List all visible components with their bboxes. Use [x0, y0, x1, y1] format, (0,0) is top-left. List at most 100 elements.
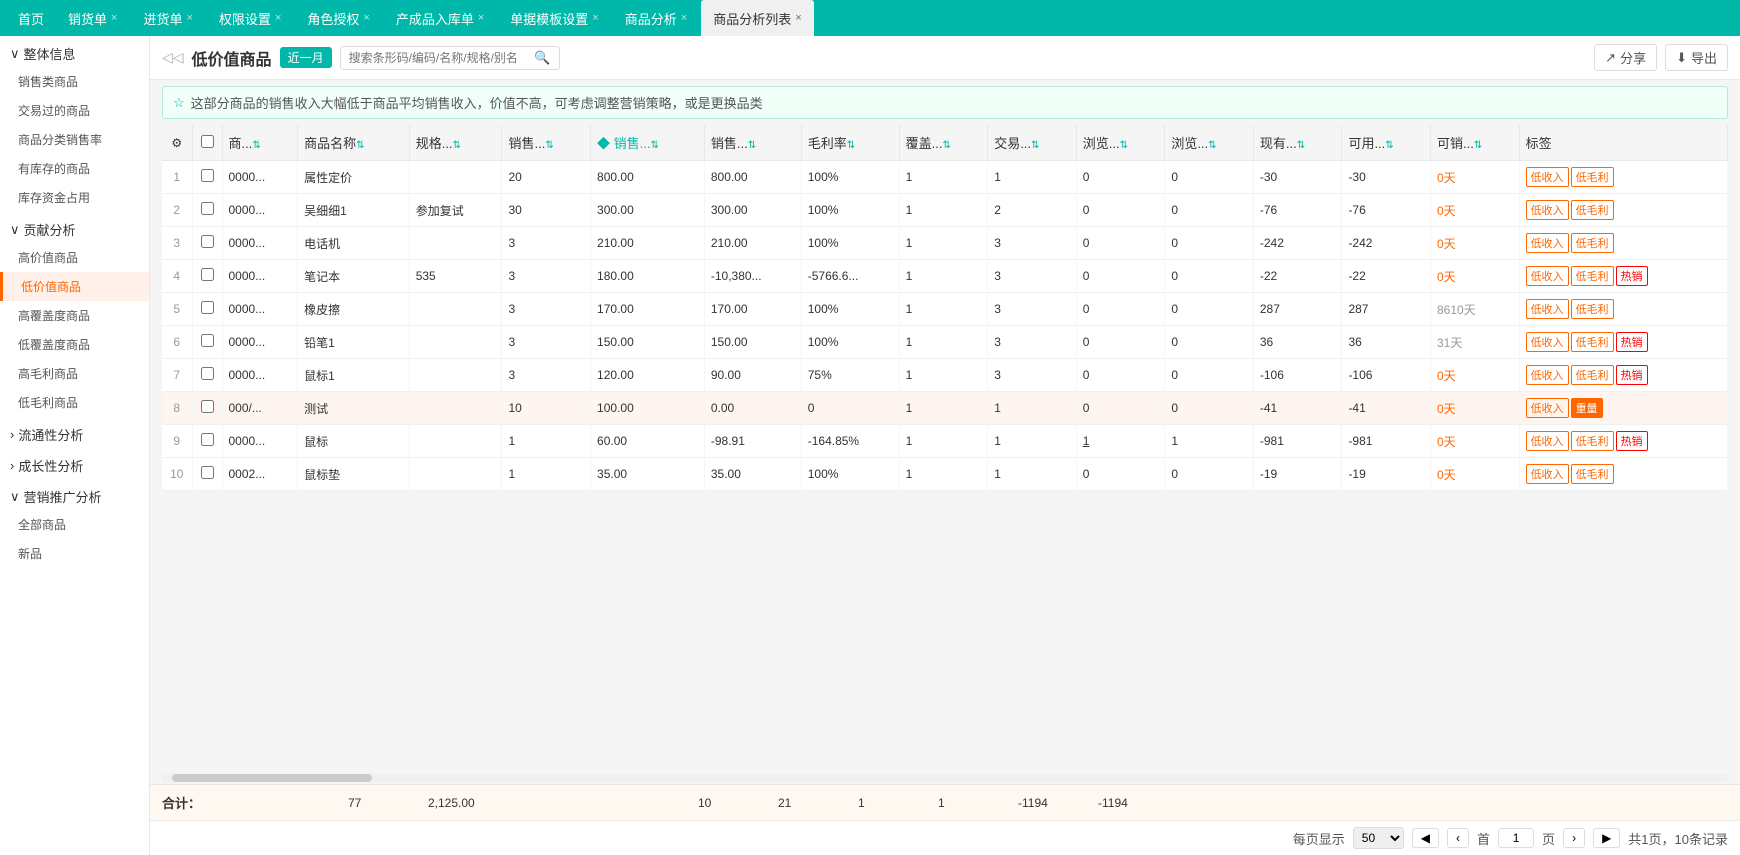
close-analysis-list-icon[interactable]: ×: [795, 12, 801, 24]
row-checkbox[interactable]: [201, 301, 214, 314]
horizontal-scrollbar[interactable]: [162, 774, 1728, 782]
table-row: 4 0000... 笔记本 535 3 180.00 -10,380... -5…: [162, 260, 1728, 293]
row-checkbox-cell[interactable]: [192, 458, 222, 491]
sidebar-group-contribution[interactable]: ∨ 贡献分析: [0, 212, 149, 243]
sidebar-item-low-margin[interactable]: 低毛利商品: [0, 388, 149, 417]
col-stock1-header[interactable]: 现有...⇅: [1253, 125, 1342, 161]
close-purchase-icon[interactable]: ×: [186, 12, 192, 24]
sidebar-item-new-goods[interactable]: 新品: [0, 539, 149, 568]
sidebar-item-sales-goods[interactable]: 销售类商品: [0, 67, 149, 96]
row-col6: 170.00: [591, 293, 705, 326]
col-sales2-header[interactable]: ◆ 销售...⇅: [591, 125, 705, 161]
sidebar-group-overall[interactable]: ∨ 整体信息: [0, 36, 149, 67]
nav-tab-roles[interactable]: 角色授权 ×: [295, 0, 381, 36]
row-checkbox-cell[interactable]: [192, 227, 222, 260]
last-page-btn[interactable]: ▶: [1593, 828, 1620, 848]
close-permissions-icon[interactable]: ×: [275, 12, 281, 24]
col-name-header[interactable]: 商品名称⇅: [298, 125, 410, 161]
nav-home[interactable]: 首页: [8, 0, 54, 36]
sidebar-item-inventory-cost[interactable]: 库存资金占用: [0, 183, 149, 212]
col-stock2-header[interactable]: 可用...⇅: [1342, 125, 1431, 161]
row-name: 吴细细1: [298, 194, 410, 227]
table-footer: 合计： 77 2,125.00 10 21 1 1 -1194 -1194: [150, 784, 1740, 820]
collapse-sidebar-btn[interactable]: ◁◁: [162, 49, 184, 66]
close-roles-icon[interactable]: ×: [363, 12, 369, 24]
nav-tab-permissions[interactable]: 权限设置 ×: [207, 0, 293, 36]
select-all-checkbox[interactable]: [201, 135, 214, 148]
first-page-btn[interactable]: ◀: [1412, 828, 1439, 848]
col-checkbox-header[interactable]: [192, 125, 222, 161]
col-margin-header[interactable]: 毛利率⇅: [801, 125, 899, 161]
prev-page-btn[interactable]: ‹: [1447, 828, 1469, 848]
page-size-select[interactable]: 50 100 200: [1353, 827, 1404, 849]
row-checkbox[interactable]: [201, 334, 214, 347]
sidebar-item-low-coverage[interactable]: 低覆盖度商品: [0, 330, 149, 359]
sidebar-item-category-rate[interactable]: 商品分类销售率: [0, 125, 149, 154]
col-view1-header[interactable]: 浏览...⇅: [1076, 125, 1165, 161]
row-col7: 300.00: [704, 194, 801, 227]
sidebar-item-low-value[interactable]: 低价值商品: [0, 272, 149, 301]
row-checkbox-cell[interactable]: [192, 194, 222, 227]
sidebar-group-growth[interactable]: › 成长性分析: [0, 448, 149, 479]
row-col10: 3: [988, 227, 1077, 260]
nav-tab-templates[interactable]: 单据模板设置 ×: [498, 0, 610, 36]
sidebar-item-high-coverage[interactable]: 高覆盖度商品: [0, 301, 149, 330]
row-spec: 参加复试: [409, 194, 502, 227]
col-code-header[interactable]: 商...⇅: [222, 125, 298, 161]
row-checkbox-cell[interactable]: [192, 326, 222, 359]
col-trade-header[interactable]: 交易...⇅: [988, 125, 1077, 161]
row-checkbox[interactable]: [201, 433, 214, 446]
next-page-btn[interactable]: ›: [1563, 828, 1585, 848]
row-checkbox-cell[interactable]: [192, 359, 222, 392]
nav-tab-storage[interactable]: 产成品入库单 ×: [384, 0, 496, 36]
export-button[interactable]: ⬇ 导出: [1665, 44, 1728, 71]
row-checkbox[interactable]: [201, 268, 214, 281]
row-checkbox-cell[interactable]: [192, 161, 222, 194]
row-checkbox[interactable]: [201, 466, 214, 479]
col-coverage-header[interactable]: 覆盖...⇅: [899, 125, 988, 161]
sidebar-group-marketing[interactable]: ∨ 营销推广分析: [0, 479, 149, 510]
col-tags-header[interactable]: 标签: [1519, 125, 1727, 161]
sidebar-item-instock[interactable]: 有库存的商品: [0, 154, 149, 183]
close-templates-icon[interactable]: ×: [592, 12, 598, 24]
search-icon[interactable]: 🔍: [534, 50, 550, 66]
nav-tab-analysis[interactable]: 商品分析 ×: [613, 0, 699, 36]
row-spec: [409, 227, 502, 260]
sidebar-item-high-value[interactable]: 高价值商品: [0, 243, 149, 272]
row-checkbox[interactable]: [201, 400, 214, 413]
close-analysis-icon[interactable]: ×: [681, 12, 687, 24]
nav-tab-analysis-list[interactable]: 商品分析列表 ×: [701, 0, 813, 36]
row-checkbox-cell[interactable]: [192, 425, 222, 458]
row-checkbox[interactable]: [201, 202, 214, 215]
row-col11[interactable]: 1: [1076, 425, 1165, 458]
col-view2-header[interactable]: 浏览...⇅: [1165, 125, 1254, 161]
col-sales3-header[interactable]: 销售...⇅: [704, 125, 801, 161]
sidebar-item-traded[interactable]: 交易过的商品: [0, 96, 149, 125]
col-sales1-header[interactable]: 销售...⇅: [502, 125, 591, 161]
row-checkbox-cell[interactable]: [192, 260, 222, 293]
top-nav: 首页 销货单 × 进货单 × 权限设置 × 角色授权 × 产成品入库单 × 单据…: [0, 0, 1740, 36]
search-input[interactable]: [349, 51, 531, 65]
row-checkbox-cell[interactable]: [192, 392, 222, 425]
close-storage-icon[interactable]: ×: [478, 12, 484, 24]
row-col14: -30: [1342, 161, 1431, 194]
nav-tab-purchase[interactable]: 进货单 ×: [131, 0, 204, 36]
row-checkbox[interactable]: [201, 169, 214, 182]
sidebar-item-high-margin[interactable]: 高毛利商品: [0, 359, 149, 388]
col-spec-header[interactable]: 规格...⇅: [409, 125, 502, 161]
share-icon: ↗: [1605, 50, 1616, 66]
sidebar-group-circulation[interactable]: › 流通性分析: [0, 417, 149, 448]
scrollbar-thumb[interactable]: [172, 774, 372, 782]
nav-tab-salesorder[interactable]: 销货单 ×: [56, 0, 129, 36]
row-checkbox[interactable]: [201, 367, 214, 380]
close-salesorder-icon[interactable]: ×: [111, 12, 117, 24]
filter-recent-month-btn[interactable]: 近一月: [280, 47, 332, 68]
row-checkbox-cell[interactable]: [192, 293, 222, 326]
col-saleable-header[interactable]: 可销...⇅: [1431, 125, 1520, 161]
table-wrapper[interactable]: ⚙ 商...⇅ 商品名称⇅ 规格...⇅ 销售...⇅ ◆ 销售...⇅ 销售.…: [150, 125, 1740, 774]
col-settings[interactable]: ⚙: [162, 125, 192, 161]
page-number-input[interactable]: [1498, 828, 1534, 848]
share-button[interactable]: ↗ 分享: [1594, 44, 1657, 71]
row-checkbox[interactable]: [201, 235, 214, 248]
sidebar-item-all-goods[interactable]: 全部商品: [0, 510, 149, 539]
